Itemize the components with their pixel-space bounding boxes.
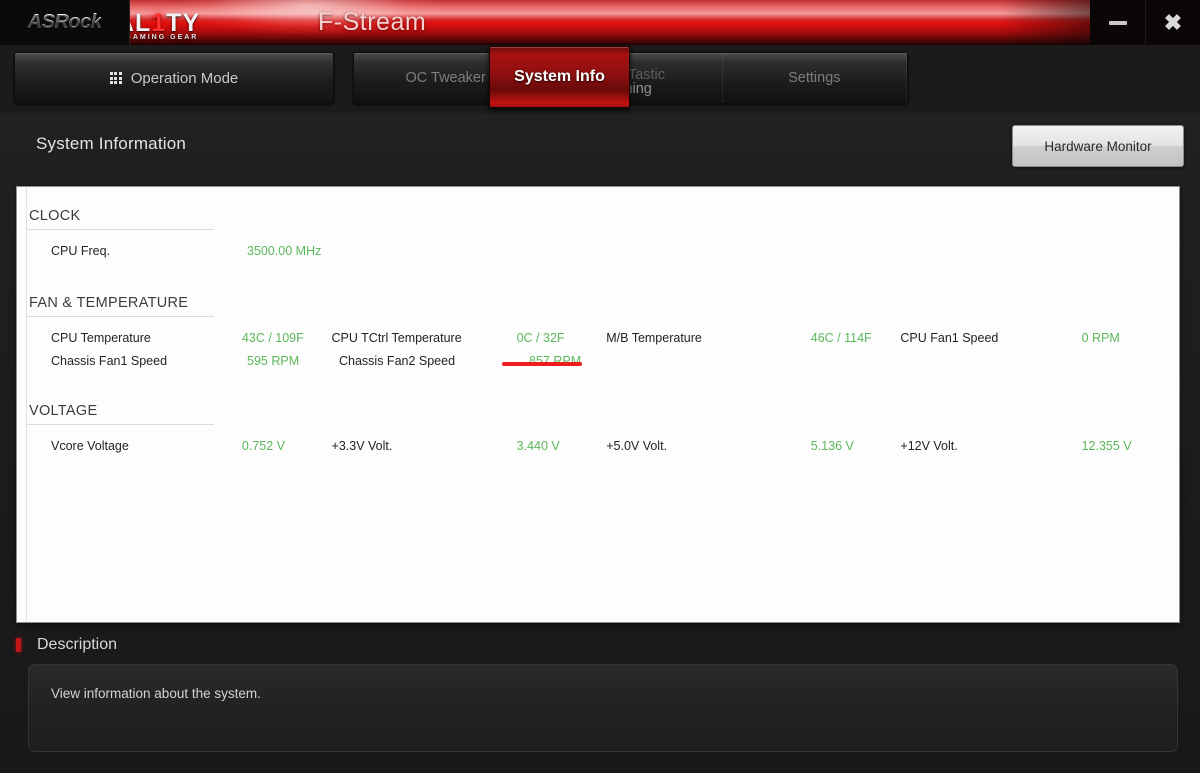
table-row: CPU Freq. 3500.00 MHz — [17, 239, 1179, 262]
value-cpu-fan1-speed: 0 RPM — [1081, 330, 1120, 345]
label-5v-volt: +5.0V Volt. — [606, 438, 668, 453]
group-clock: CLOCK CPU Freq. 3500.00 MHz — [17, 201, 1179, 262]
fatality-subtitle: GAMING GEAR — [125, 33, 199, 41]
description-title: Description — [37, 636, 118, 653]
tab-bar: Operation Mode OC Tweaker FAN-Tastic Tun… — [0, 45, 1200, 113]
label-cpu-temperature: CPU Temperature — [51, 330, 151, 345]
value-cpu-freq: 3500.00 MHz — [247, 243, 322, 258]
table-row: Chassis Fan1 Speed 595 RPM Chassis Fan2 … — [17, 349, 1179, 372]
hardware-monitor-button[interactable]: Hardware Monitor — [1012, 125, 1184, 167]
label-12v-volt: +12V Volt. — [900, 438, 958, 453]
annotation-underline — [502, 362, 582, 366]
title-bar: ASRock ⚡ FATAL1TY GAMING GEAR F-Stream ✖ — [0, 0, 1200, 45]
grid-icon — [109, 72, 122, 84]
value-mb-temperature: 46C / 114F — [810, 330, 872, 345]
label-cpu-fan1-speed: CPU Fan1 Speed — [900, 330, 999, 345]
value-cpu-tctrl-temperature: 0C / 32F — [516, 330, 565, 345]
group-fan-temperature-title: FAN & TEMPERATURE — [17, 288, 1179, 317]
close-icon: ✖ — [1163, 9, 1183, 35]
value-chassis-fan1-speed: 595 RPM — [247, 353, 300, 368]
page-title: System Information — [36, 134, 187, 153]
label-cpu-tctrl-temperature: CPU TCtrl Temperature — [331, 330, 462, 345]
description-header: Description — [0, 628, 1200, 662]
description-section: Description View information about the s… — [0, 628, 1200, 773]
asrock-brand-box: ASRock — [0, 0, 130, 45]
tab-system-info[interactable]: System Info — [489, 46, 630, 108]
page-header: System Information Hardware Monitor — [0, 113, 1200, 175]
group-fan-temperature: FAN & TEMPERATURE CPU Temperature 43C / … — [17, 288, 1179, 372]
label-chassis-fan2-speed: Chassis Fan2 Speed — [339, 353, 456, 368]
label-mb-temperature: M/B Temperature — [606, 330, 702, 345]
system-info-panel: CLOCK CPU Freq. 3500.00 MHz FAN & TEMPER… — [16, 186, 1180, 623]
label-vcore-voltage: Vcore Voltage — [51, 438, 129, 453]
group-voltage: VOLTAGE Vcore Voltage 0.752 V +3.3V Volt… — [17, 396, 1179, 457]
minimize-button[interactable] — [1090, 0, 1145, 45]
value-12v-volt: 12.355 V — [1081, 438, 1132, 453]
label-chassis-fan1-speed: Chassis Fan1 Speed — [51, 353, 168, 368]
label-3v3-volt: +3.3V Volt. — [331, 438, 393, 453]
table-row: Vcore Voltage 0.752 V +3.3V Volt. 3.440 … — [17, 434, 1179, 457]
minimize-icon — [1108, 20, 1127, 25]
group-voltage-title: VOLTAGE — [17, 396, 1179, 425]
close-button[interactable]: ✖ — [1145, 0, 1200, 45]
value-cpu-temperature: 43C / 109F — [241, 330, 304, 345]
value-5v-volt: 5.136 V — [810, 438, 854, 453]
tab-system-info-label: System Info — [514, 67, 605, 85]
app-title: F-Stream — [318, 8, 427, 36]
tab-group: OC Tweaker FAN-Tastic Tuning Settings Sy… — [353, 46, 908, 108]
title-banner-graphic — [130, 0, 1200, 45]
asrock-logo: ASRock — [27, 11, 102, 33]
fatality-word-b: TY — [166, 8, 201, 37]
value-3v3-volt: 3.440 V — [516, 438, 560, 453]
description-marker-icon — [16, 638, 21, 652]
window-controls: ✖ — [1090, 0, 1200, 45]
group-clock-title: CLOCK — [17, 201, 1179, 230]
tab-settings[interactable]: Settings — [723, 53, 907, 103]
tab-settings-label: Settings — [788, 69, 841, 86]
tab-operation-mode-label: Operation Mode — [130, 69, 239, 87]
value-vcore-voltage: 0.752 V — [241, 438, 286, 453]
table-row: CPU Temperature 43C / 109F CPU TCtrl Tem… — [17, 326, 1179, 349]
tab-oc-tweaker-label: OC Tweaker — [405, 69, 486, 86]
f-stream-window: ASRock ⚡ FATAL1TY GAMING GEAR F-Stream ✖ — [0, 0, 1200, 773]
hardware-monitor-label: Hardware Monitor — [1044, 138, 1152, 154]
tab-operation-mode[interactable]: Operation Mode — [14, 52, 334, 104]
description-box: View information about the system. — [28, 664, 1178, 752]
description-text: View information about the system. — [51, 686, 261, 701]
label-cpu-freq: CPU Freq. — [51, 243, 111, 258]
